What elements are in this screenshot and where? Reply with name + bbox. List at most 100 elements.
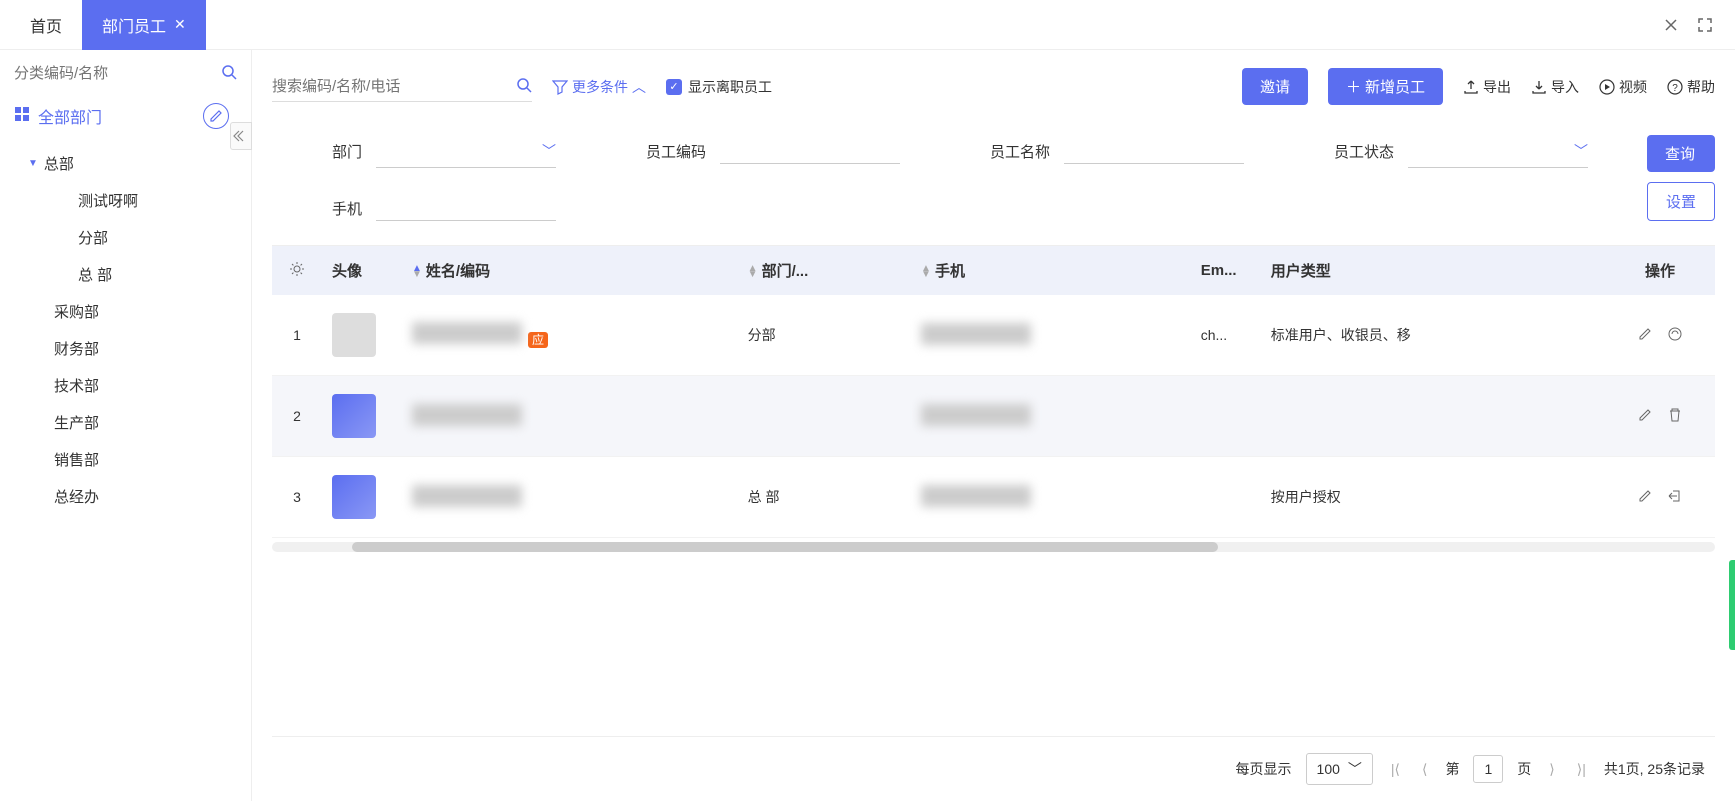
search-input[interactable] xyxy=(272,72,516,101)
help-button[interactable]: ? 帮助 xyxy=(1667,77,1715,97)
add-employee-button[interactable]: ＋ 新增员工 xyxy=(1328,68,1443,105)
query-button[interactable]: 查询 xyxy=(1647,135,1715,172)
table-row[interactable]: 3总 部按用户授权 xyxy=(272,457,1715,538)
tree-node[interactable]: 财务部 xyxy=(0,330,251,367)
col-settings[interactable] xyxy=(272,246,322,295)
tree-node[interactable]: 技术部 xyxy=(0,367,251,404)
fullscreen-icon[interactable] xyxy=(1695,15,1715,35)
col-mobile[interactable]: ▲▼手机 xyxy=(911,246,1191,295)
video-label: 视频 xyxy=(1619,77,1647,97)
import-label: 导入 xyxy=(1551,77,1579,97)
tree-label: 总经办 xyxy=(54,486,99,507)
row-index: 1 xyxy=(272,295,322,376)
field-emp-code: 员工编码 xyxy=(616,135,900,169)
table-row[interactable]: 2 xyxy=(272,376,1715,457)
tree-node[interactable]: 生产部 xyxy=(0,404,251,441)
settings-button[interactable]: 设置 xyxy=(1647,182,1715,221)
tree-node[interactable]: 总经办 xyxy=(0,478,251,515)
row-action-icon[interactable] xyxy=(1667,326,1683,345)
prev-page-icon[interactable]: ⟨ xyxy=(1418,761,1431,778)
toolbar-search xyxy=(272,72,532,102)
cell-email: ch... xyxy=(1191,295,1261,376)
employee-table: 头像 ▲▼姓名/编码 ▲▼部门/... ▲▼手机 Em... 用户类型 操作 1… xyxy=(272,246,1715,538)
sidebar-root[interactable]: 全部部门 xyxy=(0,93,251,139)
col-department[interactable]: ▲▼部门/... xyxy=(738,246,911,295)
tab-bar: 首页 部门员工 ✕ xyxy=(0,0,1735,50)
tree-node[interactable]: 测试呀啊 xyxy=(0,182,251,219)
tab-bar-left: 首页 部门员工 ✕ xyxy=(10,0,206,50)
row-index: 3 xyxy=(272,457,322,538)
video-button[interactable]: 视频 xyxy=(1599,77,1647,97)
horizontal-scrollbar[interactable] xyxy=(272,542,1715,552)
tree-node-hq[interactable]: ▼ 总部 xyxy=(0,145,251,182)
next-page-icon[interactable]: ⟩ xyxy=(1545,761,1558,778)
field-label: 手机 xyxy=(272,198,362,219)
col-avatar: 头像 xyxy=(322,246,402,295)
page-input[interactable]: 1 xyxy=(1473,755,1503,783)
emp-code-input[interactable] xyxy=(720,140,900,164)
tree-label: 采购部 xyxy=(54,301,99,322)
search-icon[interactable] xyxy=(221,64,237,83)
redacted-mobile xyxy=(921,485,1031,507)
redacted-mobile xyxy=(921,323,1031,345)
import-button[interactable]: 导入 xyxy=(1531,77,1579,97)
emp-name-input[interactable] xyxy=(1064,140,1244,164)
add-employee-label: 新增员工 xyxy=(1365,76,1425,97)
cell-actions xyxy=(1605,295,1715,376)
tab-dept-employees[interactable]: 部门员工 ✕ xyxy=(82,0,206,50)
col-name-code[interactable]: ▲▼姓名/编码 xyxy=(402,246,738,295)
mobile-input[interactable] xyxy=(376,197,556,221)
last-page-icon[interactable]: ⟩| xyxy=(1573,761,1590,778)
tree-label: 总部 xyxy=(44,153,74,174)
chevron-up-icon: ︿ xyxy=(632,77,646,97)
edit-icon[interactable] xyxy=(203,103,229,129)
export-button[interactable]: 导出 xyxy=(1463,77,1511,97)
filter-panel: 部门 ﹀ 员工编码 员工名称 员工状态 ﹀ 手机 xyxy=(272,123,1715,245)
field-label: 员工状态 xyxy=(1304,141,1394,162)
cell-actions xyxy=(1605,376,1715,457)
tree-node[interactable]: 总 部 xyxy=(0,256,251,293)
sidebar-search-input[interactable] xyxy=(14,65,221,82)
first-page-icon[interactable]: |⟨ xyxy=(1387,761,1404,778)
sidebar-search xyxy=(0,50,251,93)
side-handle[interactable] xyxy=(1729,560,1735,650)
field-label: 员工编码 xyxy=(616,141,706,162)
svg-text:?: ? xyxy=(1672,83,1678,94)
per-page-select[interactable]: 100 ﹀ xyxy=(1306,753,1373,785)
checkbox-label: 显示离职员工 xyxy=(688,77,772,97)
cell-avatar xyxy=(322,457,402,538)
invite-button[interactable]: 邀请 xyxy=(1242,68,1308,105)
tree-node[interactable]: 采购部 xyxy=(0,293,251,330)
edit-icon[interactable] xyxy=(1637,326,1653,345)
emp-status-select[interactable]: ﹀ xyxy=(1408,135,1588,168)
tree-label: 分部 xyxy=(78,227,108,248)
tree-node[interactable]: 分部 xyxy=(0,219,251,256)
sidebar-root-label: 全部部门 xyxy=(38,104,102,128)
col-actions: 操作 xyxy=(1605,246,1715,295)
page-label-prefix: 第 xyxy=(1445,759,1459,779)
chevron-down-icon: ﹀ xyxy=(1348,759,1362,779)
row-action-icon[interactable] xyxy=(1667,407,1683,426)
tab-home[interactable]: 首页 xyxy=(10,0,82,50)
field-department: 部门 ﹀ xyxy=(272,135,556,169)
more-conditions-toggle[interactable]: 更多条件 ︿ xyxy=(552,77,646,97)
close-icon[interactable]: ✕ xyxy=(174,16,186,33)
edit-icon[interactable] xyxy=(1637,488,1653,507)
close-all-icon[interactable] xyxy=(1661,15,1681,35)
redacted-mobile xyxy=(921,404,1031,426)
avatar xyxy=(332,475,376,519)
pagination-summary: 共1页, 25条记录 xyxy=(1604,759,1705,779)
scrollbar-thumb[interactable] xyxy=(352,542,1218,552)
tree-node[interactable]: 销售部 xyxy=(0,441,251,478)
cell-actions xyxy=(1605,457,1715,538)
cell-department: 总 部 xyxy=(738,457,911,538)
department-select[interactable]: ﹀ xyxy=(376,135,556,168)
row-action-icon[interactable] xyxy=(1667,488,1683,507)
collapse-sidebar-icon[interactable] xyxy=(230,122,252,150)
edit-icon[interactable] xyxy=(1637,407,1653,426)
table-row[interactable]: 1应分部ch...标准用户、收银员、移 xyxy=(272,295,1715,376)
col-label: 手机 xyxy=(935,263,965,280)
search-icon[interactable] xyxy=(516,77,532,96)
page-label-suffix: 页 xyxy=(1517,759,1531,779)
show-resigned-checkbox[interactable]: ✓ 显示离职员工 xyxy=(666,77,772,97)
